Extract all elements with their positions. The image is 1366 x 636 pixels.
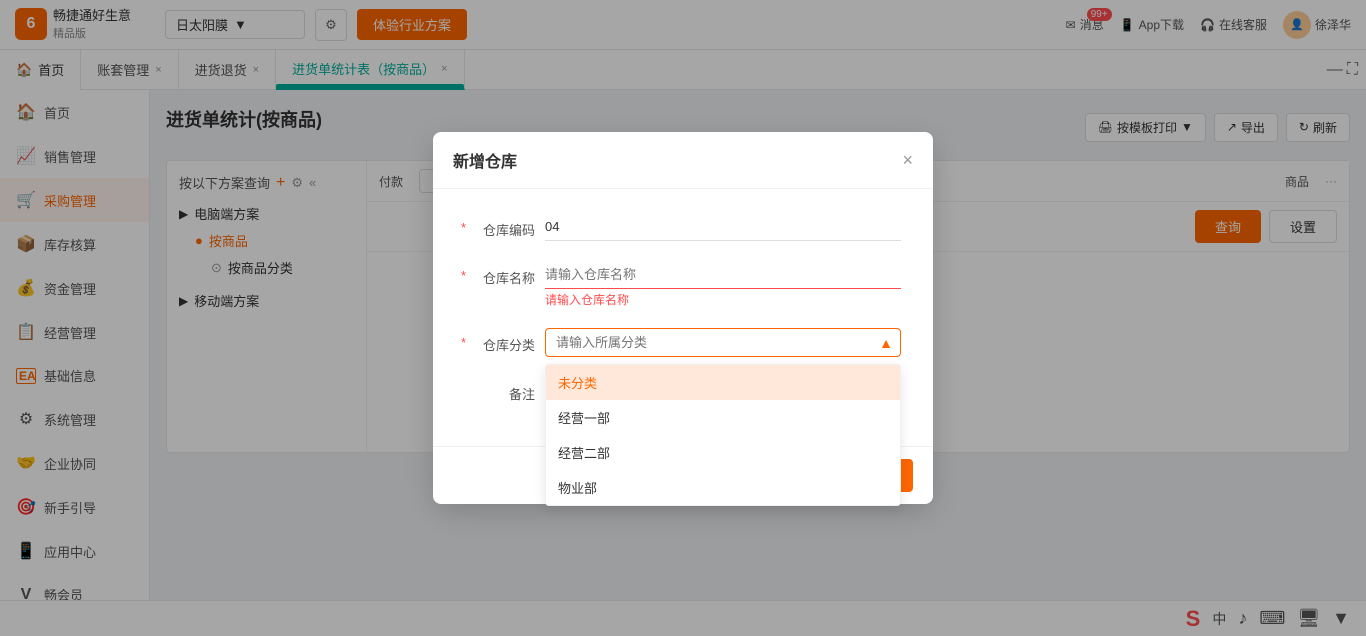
warehouse-code-row: 仓库编码	[465, 213, 901, 241]
warehouse-category-row: 仓库分类 ▲ 未分类 经营一部 经营二部	[465, 328, 901, 357]
warehouse-code-label: 仓库编码	[465, 213, 545, 239]
dialog-close-button[interactable]: ×	[902, 151, 913, 169]
category-select-wrap: ▲ 未分类 经营一部 经营二部 物业部	[545, 328, 901, 357]
dialog-title: 新增仓库	[453, 148, 517, 172]
warehouse-category-control: ▲ 未分类 经营一部 经营二部 物业部	[545, 328, 901, 357]
dropdown-item-property[interactable]: 物业部	[546, 470, 900, 505]
dropdown-item-dept2[interactable]: 经营二部	[546, 435, 900, 470]
category-dropdown: 未分类 经营一部 经营二部 物业部	[545, 364, 901, 506]
remark-label: 备注	[465, 377, 545, 403]
warehouse-name-error: 请输入仓库名称	[545, 291, 901, 308]
warehouse-name-input[interactable]	[545, 261, 901, 289]
warehouse-category-label: 仓库分类	[465, 328, 545, 354]
dialog-header: 新增仓库 ×	[433, 132, 933, 189]
warehouse-code-input[interactable]	[545, 213, 901, 241]
dropdown-item-dept1[interactable]: 经营一部	[546, 400, 900, 435]
warehouse-code-control	[545, 213, 901, 241]
dialog-body: 仓库编码 仓库名称 请输入仓库名称 仓库分类 ▲	[433, 189, 933, 446]
category-select-input[interactable]	[545, 328, 901, 357]
warehouse-name-control: 请输入仓库名称	[545, 261, 901, 308]
new-warehouse-dialog: 新增仓库 × 仓库编码 仓库名称 请输入仓库名称 仓库分类	[433, 132, 933, 504]
warehouse-name-label: 仓库名称	[465, 261, 545, 287]
warehouse-name-row: 仓库名称 请输入仓库名称	[465, 261, 901, 308]
dropdown-item-unclassified[interactable]: 未分类	[546, 365, 900, 400]
